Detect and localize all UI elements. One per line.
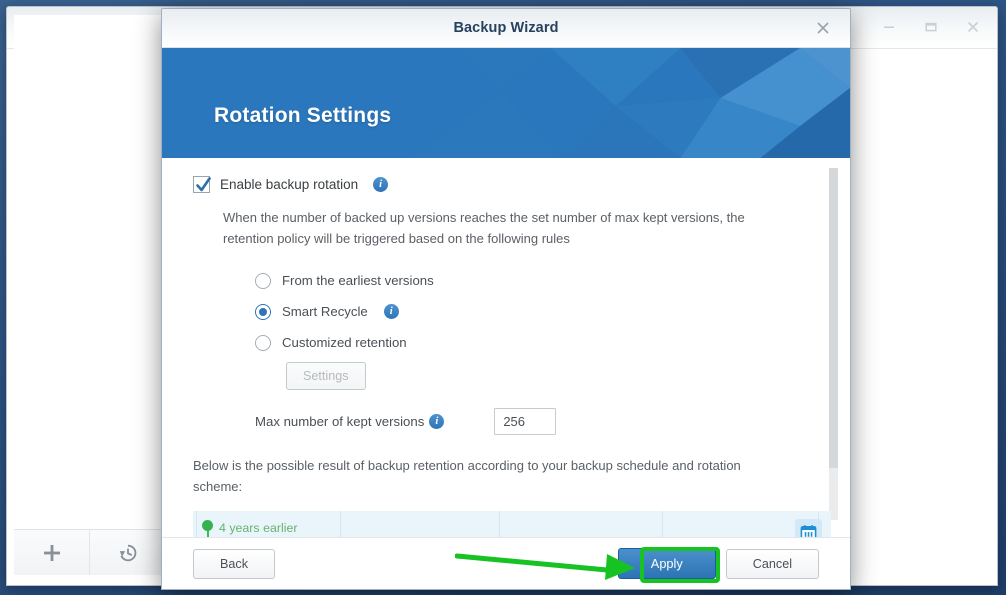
rotation-description: When the number of backed up versions re… [223,210,745,247]
info-icon[interactable]: i [383,304,399,320]
radio-from-earliest-versions[interactable] [255,272,271,289]
dialog-body: Enable backup rotation i When the number… [162,158,850,537]
dialog-scrollbar[interactable] [829,168,838,520]
dialog-titlebar: Backup Wizard [162,9,850,48]
max-kept-versions-row: Max number of kept versions i [255,408,810,436]
apply-button[interactable]: Apply [617,548,716,579]
dialog-title: Backup Wizard [453,20,559,36]
info-icon[interactable]: i [429,414,445,430]
enable-backup-rotation-row[interactable]: Enable backup rotation i [193,176,810,193]
scrollbar-thumb[interactable] [829,168,838,468]
timeline-gridline [499,511,501,537]
radio-customized-retention[interactable] [255,334,271,351]
dialog-banner: Rotation Settings [162,48,850,158]
task-list-toolbar [14,529,166,575]
plus-icon [43,544,60,561]
option-smart-recycle[interactable]: Smart Recycle i [255,296,810,327]
option-label: From the earliest versions [282,273,434,289]
polygon-background-graphic [162,48,850,158]
timeline-marker-dot [202,520,213,532]
enable-backup-rotation-checkbox[interactable] [193,176,211,193]
history-clock-icon [119,544,137,561]
close-button[interactable] [963,17,983,37]
background-window-controls [837,17,983,37]
page-title: Rotation Settings [214,104,392,127]
close-icon [967,21,979,33]
backup-task-list-panel [14,15,166,577]
timeline-gridline [661,511,663,537]
timeline-gridline [339,511,341,537]
max-kept-versions-input[interactable] [494,408,557,436]
dialog-close-button[interactable] [812,17,834,39]
timeline-marker-label: 4 years earlier [219,521,298,536]
checkmark-icon [196,177,211,192]
timeline-gridline [196,511,198,537]
retention-timeline-chart: 4 years earlier [193,511,831,537]
option-from-earliest-versions[interactable]: From the earliest versions [255,265,810,296]
backup-wizard-dialog: Backup Wizard Rotation Settings Enable b… [161,8,851,590]
add-task-button[interactable] [14,530,90,575]
close-icon [817,22,829,34]
minimize-button[interactable] [879,17,899,37]
option-customized-retention[interactable]: Customized retention [255,327,810,358]
option-label: Customized retention [282,335,407,351]
max-kept-versions-label: Max number of kept versions [255,414,425,430]
restore-history-button[interactable] [90,530,166,575]
settings-button[interactable]: Settings [286,362,366,391]
retention-policy-options: From the earliest versions Smart Recycle… [255,265,810,358]
back-button[interactable]: Back [193,548,275,579]
dialog-footer: Back Apply Cancel [162,537,850,589]
option-label: Smart Recycle [282,304,368,320]
footer-right-buttons: Apply Cancel [617,548,819,579]
maximize-icon [925,22,937,32]
radio-smart-recycle[interactable] [255,303,271,320]
info-icon[interactable]: i [373,177,389,192]
timeline-gridline [818,511,820,537]
dsm-desktop: Backup Wizard Rotation Settings Enable b… [0,0,1006,595]
retention-result-description: Below is the possible result of backup r… [193,458,741,495]
maximize-button[interactable] [921,17,941,37]
enable-backup-rotation-label: Enable backup rotation [220,177,359,192]
minimize-icon [884,26,894,28]
cancel-button[interactable]: Cancel [725,548,819,579]
